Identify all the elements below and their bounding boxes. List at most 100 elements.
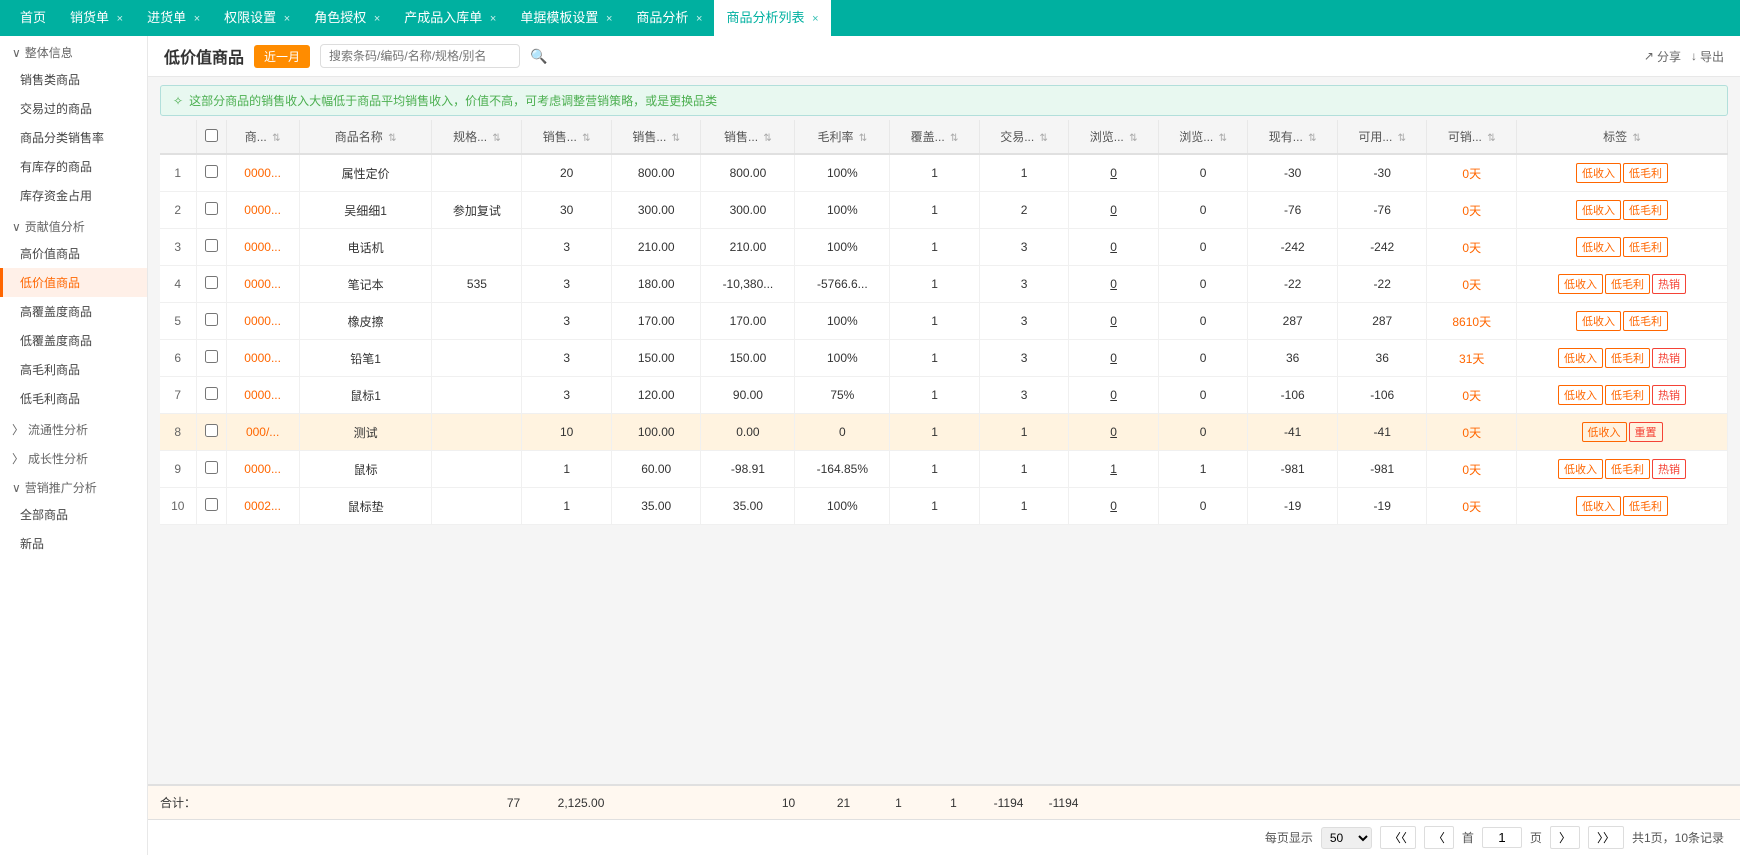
th-tags[interactable]: 标签 ⇅ xyxy=(1517,120,1728,154)
nav-item-template[interactable]: 单据模板设置 × xyxy=(508,0,624,36)
cell-checkbox[interactable] xyxy=(196,377,226,414)
cell-checkbox[interactable] xyxy=(196,340,226,377)
search-input[interactable] xyxy=(320,44,520,68)
sidebar-group-marketing[interactable]: ∨ 营销推广分析 xyxy=(0,471,147,500)
views-link[interactable]: 1 xyxy=(1110,462,1117,476)
cell-views1[interactable]: 1 xyxy=(1069,451,1159,488)
nav-item-home[interactable]: 首页 xyxy=(8,0,58,36)
cell-checkbox[interactable] xyxy=(196,154,226,192)
row-checkbox[interactable] xyxy=(205,424,218,437)
row-checkbox[interactable] xyxy=(205,387,218,400)
prev-page-button[interactable]: 〈 xyxy=(1424,826,1454,849)
row-checkbox[interactable] xyxy=(205,276,218,289)
th-sales-profit[interactable]: 销售... ⇅ xyxy=(701,120,795,154)
sidebar-item-high-value[interactable]: 高价值商品 xyxy=(0,239,147,268)
cell-sellable: 8610天 xyxy=(1427,303,1517,340)
nav-item-roles[interactable]: 角色授权 × xyxy=(302,0,392,36)
sidebar-item-sales-goods[interactable]: 销售类商品 xyxy=(0,65,147,94)
views-link[interactable]: 0 xyxy=(1110,277,1117,291)
cell-checkbox[interactable] xyxy=(196,266,226,303)
th-margin[interactable]: 毛利率 ⇅ xyxy=(795,120,890,154)
views-link[interactable]: 0 xyxy=(1110,499,1117,513)
row-checkbox[interactable] xyxy=(205,165,218,178)
views-link[interactable]: 0 xyxy=(1110,240,1117,254)
cell-checkbox[interactable] xyxy=(196,488,226,525)
row-checkbox[interactable] xyxy=(205,461,218,474)
nav-item-permissions[interactable]: 权限设置 × xyxy=(212,0,302,36)
row-checkbox[interactable] xyxy=(205,350,218,363)
th-transactions[interactable]: 交易... ⇅ xyxy=(979,120,1069,154)
views-link[interactable]: 0 xyxy=(1110,314,1117,328)
cell-checkbox[interactable] xyxy=(196,192,226,229)
last-page-button[interactable]: 〉〉 xyxy=(1588,826,1624,849)
sidebar-item-low-margin[interactable]: 低毛利商品 xyxy=(0,384,147,413)
export-button[interactable]: ↓ 导出 xyxy=(1691,48,1724,65)
sidebar-group-general[interactable]: ∨ 整体信息 xyxy=(0,36,147,65)
page-number-input[interactable] xyxy=(1482,827,1522,848)
next-page-button[interactable]: 〉 xyxy=(1550,826,1580,849)
sidebar-group-flow[interactable]: 〉 流通性分析 xyxy=(0,413,147,442)
share-button[interactable]: ↗ 分享 xyxy=(1644,48,1681,65)
views-link[interactable]: 0 xyxy=(1110,203,1117,217)
views-link[interactable]: 0 xyxy=(1110,166,1117,180)
first-page-button[interactable]: 〈〈 xyxy=(1380,826,1416,849)
cell-checkbox[interactable] xyxy=(196,414,226,451)
sidebar-item-all-goods[interactable]: 全部商品 xyxy=(0,500,147,529)
per-page-select[interactable]: 50 100 200 xyxy=(1321,827,1372,849)
row-checkbox[interactable] xyxy=(205,239,218,252)
th-name[interactable]: 商品名称 ⇅ xyxy=(299,120,432,154)
nav-item-purchase[interactable]: 进货单 × xyxy=(135,0,212,36)
sidebar-group-contribution[interactable]: ∨ 贡献值分析 xyxy=(0,210,147,239)
th-checkbox[interactable] xyxy=(196,120,226,154)
sidebar-item-high-margin[interactable]: 高毛利商品 xyxy=(0,355,147,384)
cell-checkbox[interactable] xyxy=(196,229,226,266)
cell-views1[interactable]: 0 xyxy=(1069,192,1159,229)
sidebar-item-category-rate[interactable]: 商品分类销售率 xyxy=(0,123,147,152)
cell-views1[interactable]: 0 xyxy=(1069,266,1159,303)
cell-views1[interactable]: 0 xyxy=(1069,488,1159,525)
cell-views1[interactable]: 0 xyxy=(1069,377,1159,414)
row-checkbox[interactable] xyxy=(205,313,218,326)
time-filter-button[interactable]: 近一月 xyxy=(254,45,310,68)
th-current-stock[interactable]: 现有... ⇅ xyxy=(1248,120,1338,154)
nav-item-inventory[interactable]: 产成品入库单 × xyxy=(392,0,508,36)
th-sales-qty[interactable]: 销售... ⇅ xyxy=(522,120,612,154)
th-views1[interactable]: 浏览... ⇅ xyxy=(1069,120,1159,154)
cell-views1[interactable]: 0 xyxy=(1069,414,1159,451)
cell-code: 0000... xyxy=(226,154,299,192)
nav-item-analysis[interactable]: 商品分析 × xyxy=(624,0,714,36)
search-icon[interactable]: 🔍 xyxy=(530,48,547,65)
sidebar-item-inventory-capital[interactable]: 库存资金占用 xyxy=(0,181,147,210)
th-coverage[interactable]: 覆盖... ⇅ xyxy=(890,120,980,154)
cell-sales-profit: 170.00 xyxy=(701,303,795,340)
row-checkbox[interactable] xyxy=(205,202,218,215)
sidebar-item-traded-goods[interactable]: 交易过的商品 xyxy=(0,94,147,123)
select-all-checkbox[interactable] xyxy=(205,129,218,142)
cell-code: 0000... xyxy=(226,340,299,377)
cell-name: 电话机 xyxy=(299,229,432,266)
th-available-stock[interactable]: 可用... ⇅ xyxy=(1337,120,1427,154)
cell-checkbox[interactable] xyxy=(196,303,226,340)
cell-checkbox[interactable] xyxy=(196,451,226,488)
nav-item-analysis-list[interactable]: 商品分析列表 × xyxy=(714,0,830,36)
th-sellable[interactable]: 可销... ⇅ xyxy=(1427,120,1517,154)
sidebar-item-new-goods[interactable]: 新品 xyxy=(0,529,147,558)
th-code[interactable]: 商... ⇅ xyxy=(226,120,299,154)
sidebar-item-high-coverage[interactable]: 高覆盖度商品 xyxy=(0,297,147,326)
nav-item-sales[interactable]: 销货单 × xyxy=(58,0,135,36)
th-spec[interactable]: 规格... ⇅ xyxy=(432,120,522,154)
cell-views1[interactable]: 0 xyxy=(1069,229,1159,266)
views-link[interactable]: 0 xyxy=(1110,425,1117,439)
cell-views1[interactable]: 0 xyxy=(1069,154,1159,192)
row-checkbox[interactable] xyxy=(205,498,218,511)
th-sales-price[interactable]: 销售... ⇅ xyxy=(611,120,701,154)
th-views2[interactable]: 浏览... ⇅ xyxy=(1158,120,1248,154)
views-link[interactable]: 0 xyxy=(1110,388,1117,402)
cell-views1[interactable]: 0 xyxy=(1069,340,1159,377)
sidebar-group-growth[interactable]: 〉 成长性分析 xyxy=(0,442,147,471)
views-link[interactable]: 0 xyxy=(1110,351,1117,365)
sidebar-item-low-value[interactable]: 低价值商品 xyxy=(0,268,147,297)
sidebar-item-low-coverage[interactable]: 低覆盖度商品 xyxy=(0,326,147,355)
cell-views1[interactable]: 0 xyxy=(1069,303,1159,340)
sidebar-item-stock-goods[interactable]: 有库存的商品 xyxy=(0,152,147,181)
